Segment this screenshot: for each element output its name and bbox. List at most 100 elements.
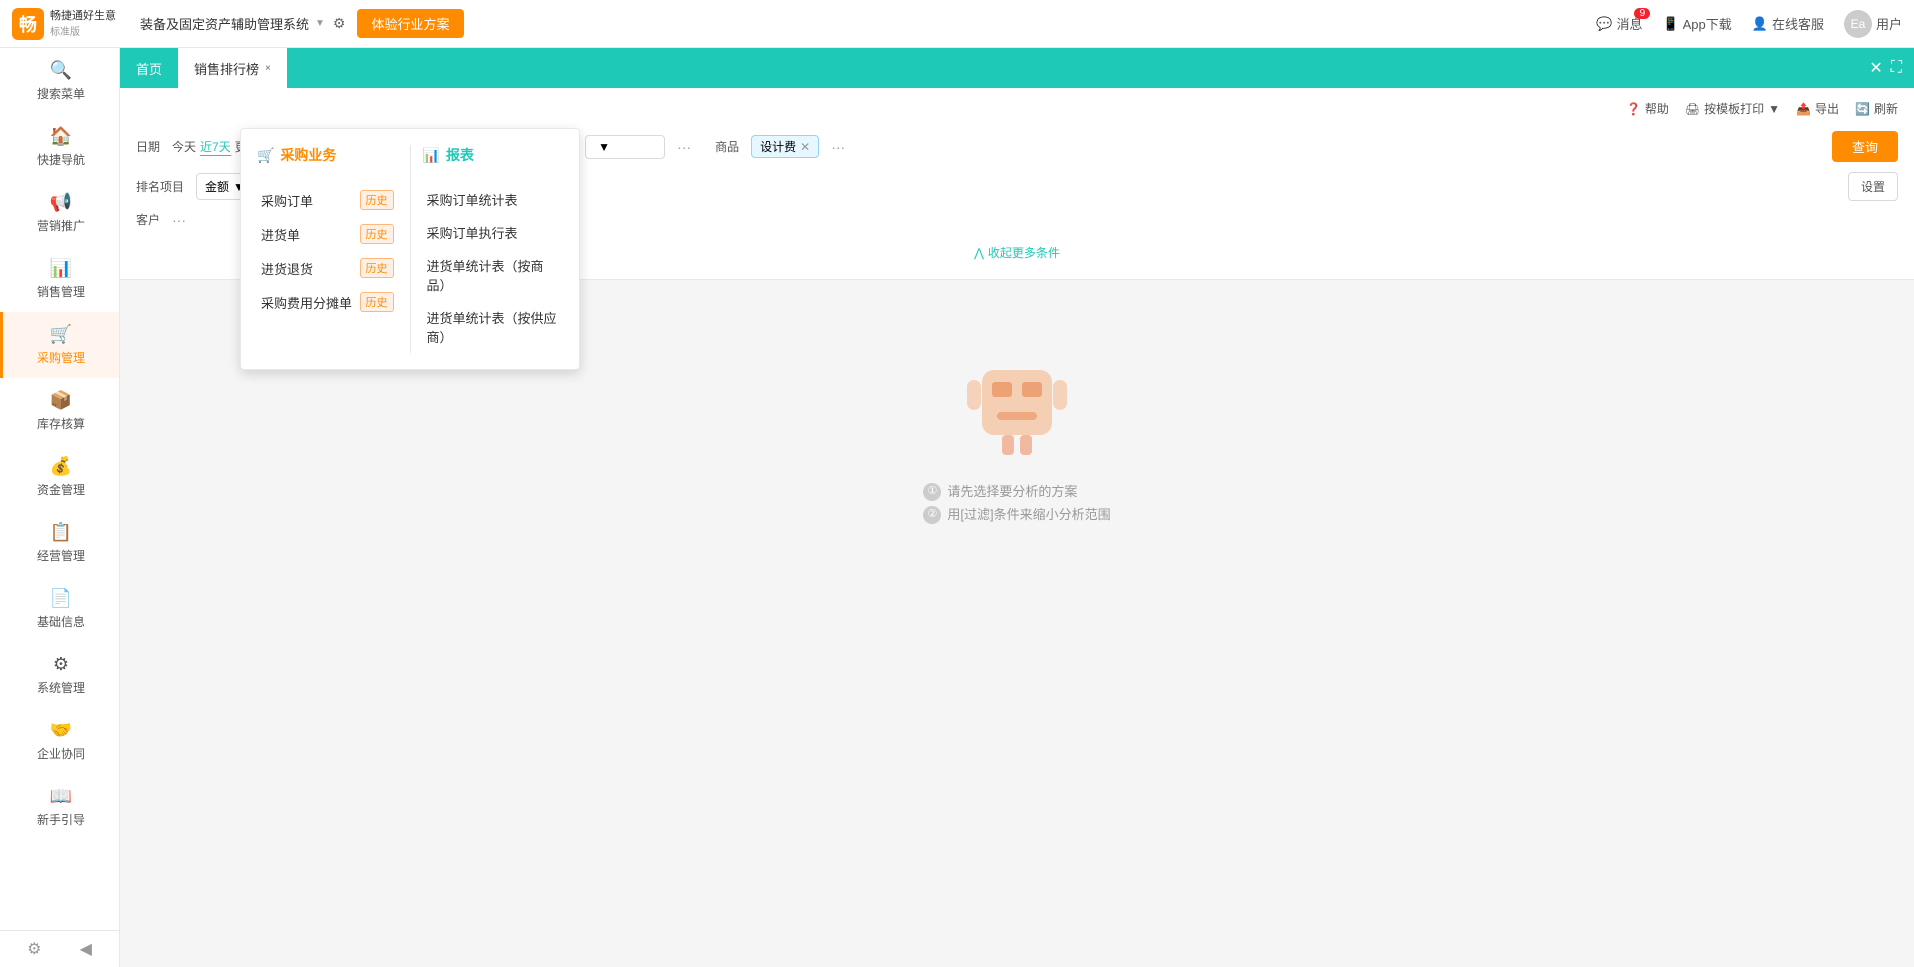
setting-button[interactable]: 设置 bbox=[1848, 172, 1898, 201]
doc-status-select[interactable]: ▼ bbox=[585, 135, 665, 159]
purchase-icon: 🛒 bbox=[50, 324, 72, 345]
empty-illustration bbox=[957, 360, 1077, 460]
collapse-up-icon: ⋀ bbox=[974, 246, 984, 260]
date-option-7days[interactable]: 近7天 bbox=[200, 138, 231, 156]
main-layout: 🔍 搜索菜单 🏠 快捷导航 📢 营销推广 📊 销售管理 🛒 采购管理 📦 库存核… bbox=[0, 48, 1914, 967]
avatar: Ea bbox=[1844, 10, 1872, 38]
sidebar-item-system-mgmt[interactable]: ⚙ 系统管理 bbox=[0, 642, 119, 708]
receive-goods-label: 进货单 bbox=[261, 225, 300, 244]
sidebar-item-enterprise[interactable]: 🤝 企业协同 bbox=[0, 708, 119, 774]
tabs-bar: 首页 销售排行榜 × ✕ ⛶ bbox=[120, 48, 1914, 88]
marketing-icon: 📢 bbox=[50, 192, 72, 213]
sidebar-label-system-mgmt: 系统管理 bbox=[37, 679, 85, 696]
export-label: 导出 bbox=[1815, 100, 1839, 117]
dropdown-item-receive-by-goods[interactable]: 进货单统计表（按商品） bbox=[423, 249, 564, 301]
tab-home[interactable]: 首页 bbox=[120, 48, 178, 88]
empty-hint-area: ① 请先选择要分析的方案 ② 用[过滤]条件来缩小分析范围 bbox=[923, 480, 1110, 527]
dropdown-menu: 🛒 采购业务 采购订单 历史 进货单 历史 bbox=[240, 128, 580, 370]
cost-split-label: 采购费用分摊单 bbox=[261, 293, 352, 312]
settings-icon[interactable]: ⚙ bbox=[333, 15, 346, 32]
print-chevron-icon: ▼ bbox=[1768, 102, 1780, 116]
topbar: 畅 畅捷通好生意 标准版 装备及固定资产辅助管理系统 ▼ ⚙ 体验行业方案 💬 … bbox=[0, 0, 1914, 48]
report-header-label: 报表 bbox=[446, 145, 474, 165]
dropdown-col-report: 📊 报表 采购订单统计表 采购订单执行表 进货单统计表（按商品） bbox=[423, 145, 564, 353]
sidebar-collapse-icon[interactable]: ◀ bbox=[80, 939, 92, 959]
purchase-header-icon: 🛒 bbox=[257, 147, 274, 164]
customer-dots[interactable]: ··· bbox=[172, 212, 186, 228]
app-download-btn[interactable]: 📱 App下载 bbox=[1662, 14, 1731, 33]
dropdown-item-order-stats[interactable]: 采购订单统计表 bbox=[423, 183, 564, 216]
message-icon: 💬 bbox=[1596, 16, 1612, 32]
sidebar-settings-icon[interactable]: ⚙ bbox=[27, 939, 41, 959]
mobile-icon: 📱 bbox=[1662, 16, 1678, 32]
app-download-label: App下载 bbox=[1683, 14, 1732, 33]
tab-sales-ranking[interactable]: 销售排行榜 × bbox=[178, 48, 287, 88]
dropdown-item-order-exec[interactable]: 采购订单执行表 bbox=[423, 216, 564, 249]
search-menu-icon: 🔍 bbox=[50, 60, 72, 81]
tab-window-close-icon[interactable]: ✕ bbox=[1869, 58, 1882, 78]
export-button[interactable]: 📤 导出 bbox=[1796, 100, 1839, 117]
trial-button[interactable]: 体验行业方案 bbox=[357, 9, 463, 38]
step-dot-2: ② bbox=[923, 506, 941, 524]
sidebar-item-purchase-mgmt[interactable]: 🛒 采购管理 bbox=[0, 312, 119, 378]
dropdown-item-receive-goods[interactable]: 进货单 历史 bbox=[257, 217, 398, 251]
tab-expand-icon[interactable]: ⛶ bbox=[1891, 59, 1902, 77]
logo-icon: 畅 bbox=[12, 8, 44, 40]
print-icon: 🖨 bbox=[1685, 102, 1700, 116]
purchase-order-history-badge: 历史 bbox=[360, 190, 394, 210]
chevron-down-icon[interactable]: ▼ bbox=[315, 18, 325, 29]
dropdown-item-purchase-order[interactable]: 采购订单 历史 bbox=[257, 183, 398, 217]
sidebar-item-operations[interactable]: 📋 经营管理 bbox=[0, 510, 119, 576]
sidebar-label-marketing: 营销推广 bbox=[37, 217, 85, 234]
online-service-btn[interactable]: 👤 在线客服 bbox=[1752, 14, 1824, 33]
enterprise-icon: 🤝 bbox=[50, 720, 72, 741]
print-template-button[interactable]: 🖨 按模板打印 ▼ bbox=[1685, 100, 1780, 117]
sidebar-item-capital[interactable]: 💰 资金管理 bbox=[0, 444, 119, 510]
sidebar-label-guide: 新手引导 bbox=[37, 811, 85, 828]
sidebar: 🔍 搜索菜单 🏠 快捷导航 📢 营销推广 📊 销售管理 🛒 采购管理 📦 库存核… bbox=[0, 48, 120, 967]
user-btn[interactable]: Ea 用户 bbox=[1844, 10, 1902, 38]
message-btn[interactable]: 💬 消息 9 bbox=[1596, 14, 1642, 33]
sidebar-item-search-menu[interactable]: 🔍 搜索菜单 bbox=[0, 48, 119, 114]
sidebar-label-operations: 经营管理 bbox=[37, 547, 85, 564]
cost-split-history-badge: 历史 bbox=[360, 292, 394, 312]
sidebar-item-marketing[interactable]: 📢 营销推广 bbox=[0, 180, 119, 246]
refresh-label: 刷新 bbox=[1874, 100, 1898, 117]
tab-close-icon[interactable]: × bbox=[265, 63, 271, 74]
help-label: 帮助 bbox=[1645, 100, 1669, 117]
order-stats-label: 采购订单统计表 bbox=[427, 190, 518, 209]
sidebar-item-basic-info[interactable]: 📄 基础信息 bbox=[0, 576, 119, 642]
help-button[interactable]: ❓ 帮助 bbox=[1626, 100, 1669, 117]
return-goods-history-badge: 历史 bbox=[360, 258, 394, 278]
doc-status-dots[interactable]: ··· bbox=[677, 139, 691, 155]
online-service-label: 在线客服 bbox=[1772, 14, 1824, 33]
tabs-bar-right: ✕ ⛶ bbox=[1869, 58, 1914, 78]
quick-nav-icon: 🏠 bbox=[50, 126, 72, 147]
empty-hint-1: 请先选择要分析的方案 bbox=[947, 480, 1077, 503]
dropdown-item-cost-split[interactable]: 采购费用分摊单 历史 bbox=[257, 285, 398, 319]
date-filter-label: 日期 bbox=[136, 138, 160, 155]
content-area: ❓ 帮助 🖨 按模板打印 ▼ 📤 导出 🔄 刷新 bbox=[120, 88, 1914, 967]
sidebar-item-inventory[interactable]: 📦 库存核算 bbox=[0, 378, 119, 444]
sidebar-label-search-menu: 搜索菜单 bbox=[37, 85, 85, 102]
sidebar-item-guide[interactable]: 📖 新手引导 bbox=[0, 774, 119, 840]
dropdown-divider bbox=[410, 145, 411, 353]
refresh-button[interactable]: 🔄 刷新 bbox=[1855, 100, 1898, 117]
sidebar-item-quick-nav[interactable]: 🏠 快捷导航 bbox=[0, 114, 119, 180]
date-option-today[interactable]: 今天 bbox=[172, 138, 196, 155]
receive-by-goods-label: 进货单统计表（按商品） bbox=[427, 256, 560, 294]
sidebar-label-capital: 资金管理 bbox=[37, 481, 85, 498]
purchase-header-label: 采购业务 bbox=[280, 145, 336, 165]
goods-tag[interactable]: 设计费 ✕ bbox=[751, 135, 819, 158]
system-title-area: 装备及固定资产辅助管理系统 ▼ bbox=[140, 14, 325, 33]
dropdown-item-return-goods[interactable]: 进货退货 历史 bbox=[257, 251, 398, 285]
query-button[interactable]: 查询 bbox=[1832, 131, 1898, 162]
app-name: 畅捷通好生意 bbox=[50, 9, 116, 23]
sidebar-label-basic-info: 基础信息 bbox=[37, 613, 85, 630]
dropdown-item-receive-by-supplier[interactable]: 进货单统计表（按供应商） bbox=[423, 301, 564, 353]
inventory-icon: 📦 bbox=[50, 390, 72, 411]
goods-tag-close-icon[interactable]: ✕ bbox=[800, 140, 810, 154]
goods-dots[interactable]: ··· bbox=[831, 139, 845, 155]
message-badge: 9 bbox=[1634, 8, 1650, 19]
sidebar-item-sales-mgmt[interactable]: 📊 销售管理 bbox=[0, 246, 119, 312]
